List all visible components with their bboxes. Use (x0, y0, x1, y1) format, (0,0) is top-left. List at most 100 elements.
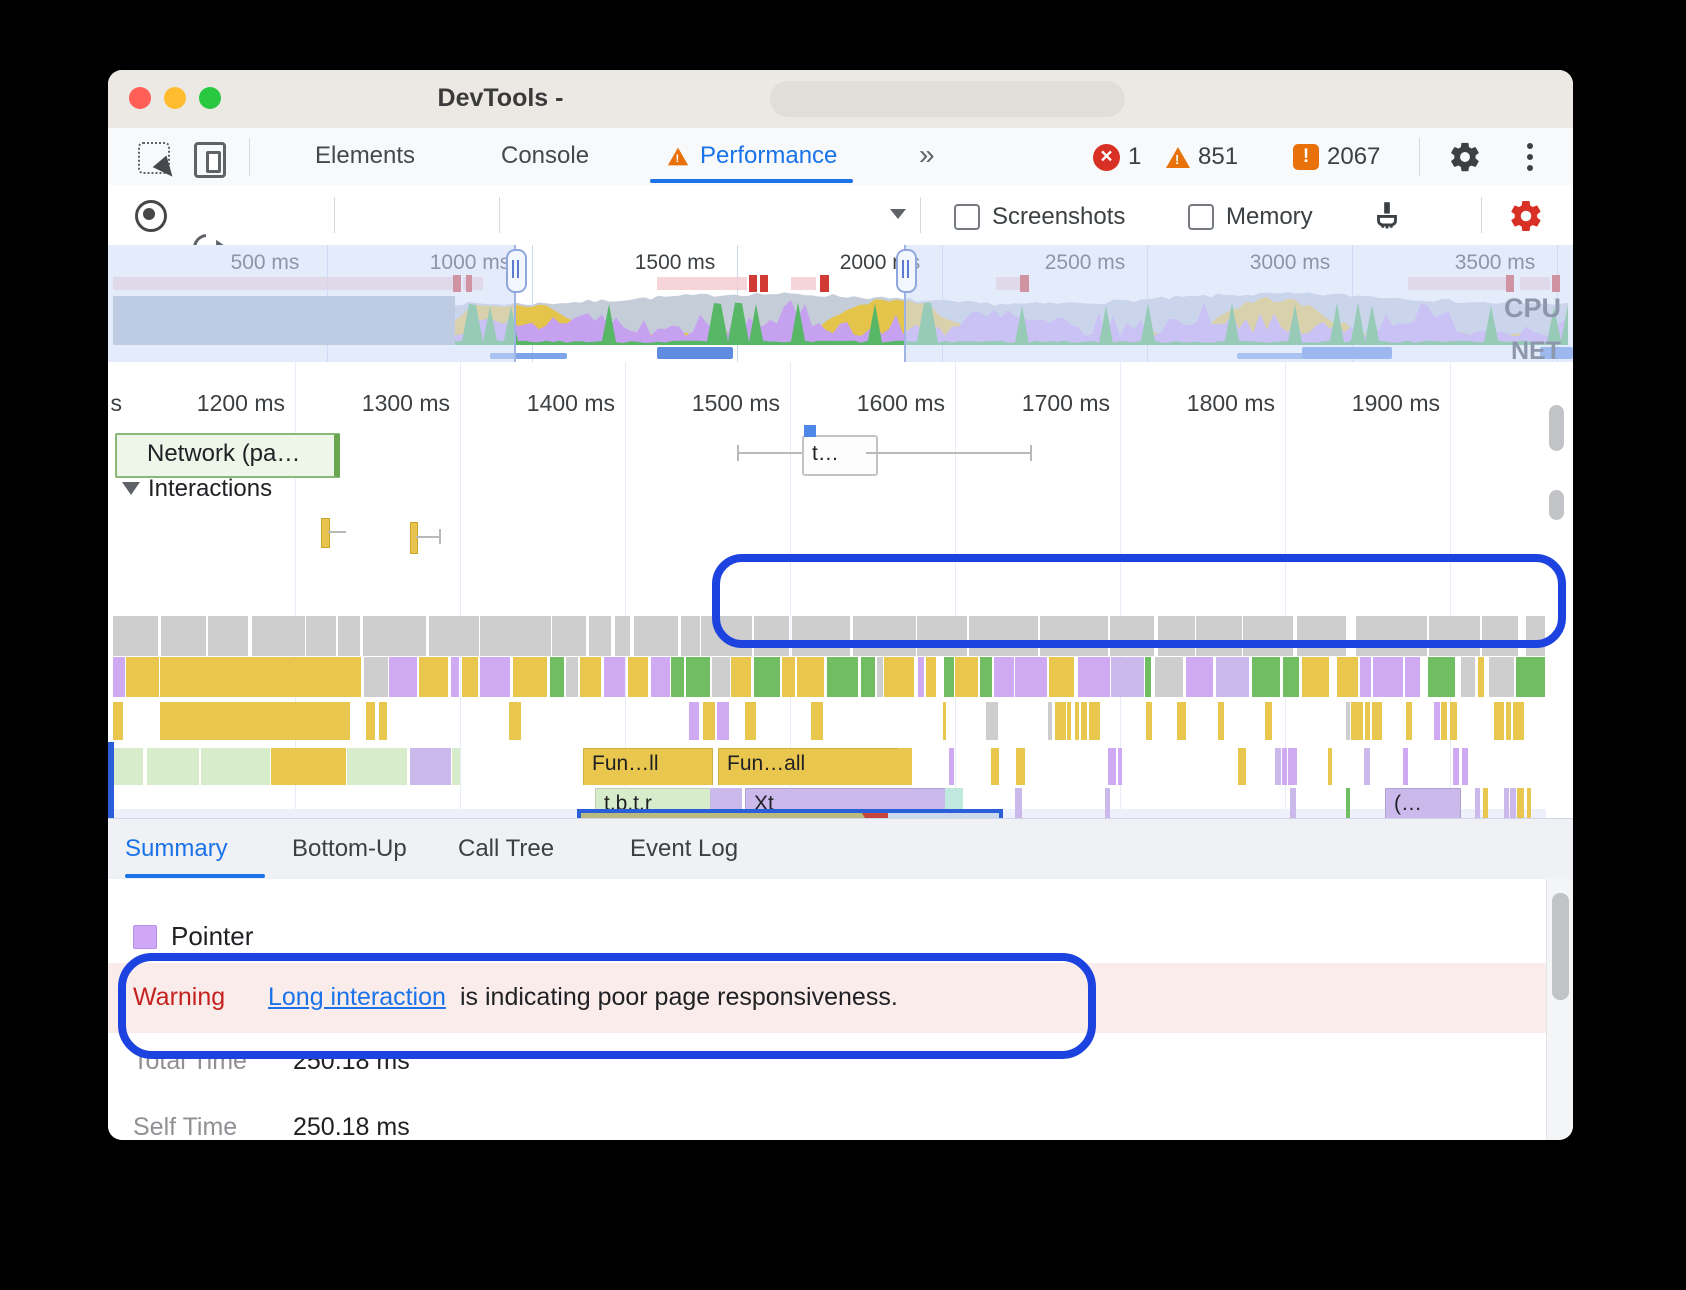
flame-bar (1356, 616, 1428, 656)
flame-bar (811, 702, 823, 740)
ruler-label: 1900 ms (1310, 390, 1440, 417)
bottom-tab-bottom-up[interactable]: Bottom-Up (292, 819, 407, 878)
warning-rest: is indicating poor page responsiveness. (460, 983, 898, 1012)
memory-checkbox[interactable]: Memory (1188, 203, 1313, 231)
whisker-cap (737, 445, 739, 461)
console-error-counter[interactable]: × 1 (1093, 143, 1141, 171)
flame-bar (452, 748, 460, 785)
timeline-overview[interactable]: 500 ms1000 ms1500 ms2000 ms2500 ms3000 m… (108, 245, 1573, 363)
network-request-bar[interactable]: Network (pa… (115, 433, 340, 478)
long-interaction-link[interactable]: Long interaction (268, 983, 446, 1012)
tab-elements[interactable]: Elements (305, 128, 425, 184)
flame-bar (628, 657, 648, 697)
flame-row-nested[interactable]: Fun…llFun…all (113, 748, 1545, 785)
flame-bar (366, 702, 375, 740)
flame-bar (615, 616, 630, 656)
flame-bar (604, 657, 625, 697)
flame-bar (1441, 702, 1447, 740)
screenshots-checkbox[interactable]: Screenshots (954, 203, 1125, 231)
issues-icon: ! (1293, 144, 1319, 170)
flame-bar (1406, 702, 1412, 740)
flame-bar (1506, 702, 1511, 740)
flame-bar (451, 657, 459, 697)
tab-label: Console (501, 142, 589, 170)
flame-bar (754, 616, 788, 656)
flame-bar (1328, 748, 1332, 785)
flame-bar (1504, 788, 1508, 818)
flame-bar (731, 657, 751, 697)
bottom-tab-summary[interactable]: Summary (125, 819, 228, 878)
bottom-tab-event-log[interactable]: Event Log (630, 819, 738, 878)
capture-settings-gear-icon[interactable] (1508, 198, 1544, 239)
tab-console[interactable]: Console (491, 128, 599, 184)
flame-bar (161, 616, 206, 656)
flame-row-calls[interactable] (113, 702, 1545, 740)
flame-frame-fun1[interactable]: Fun…ll (583, 748, 713, 785)
flame-bar (306, 616, 336, 656)
flame-bar (969, 616, 1037, 656)
flame-bar (252, 616, 305, 656)
history-dropdown-caret[interactable] (890, 209, 906, 219)
summary-scrollbar-thumb[interactable] (1552, 893, 1569, 1000)
summary-scrollbar[interactable] (1546, 879, 1573, 1140)
interactions-collapse-icon[interactable] (122, 482, 140, 495)
more-tabs-chevron[interactable]: » (919, 139, 935, 171)
flame-bar (429, 616, 479, 656)
selection-handle-left[interactable] (506, 249, 527, 293)
kebab-menu-icon[interactable] (1527, 143, 1533, 171)
flame-bar (1360, 657, 1371, 697)
long-task-band (791, 277, 816, 290)
flame-bar (991, 748, 999, 785)
selection-handle-right[interactable] (896, 249, 917, 293)
inspect-element-icon[interactable] (138, 142, 170, 174)
legend-label: Pointer (171, 921, 253, 952)
interactions-track-label: Interactions (148, 475, 272, 503)
flame-bar (349, 657, 362, 697)
interaction-tick[interactable] (410, 522, 418, 554)
issues-counter[interactable]: ! 2067 (1293, 143, 1380, 171)
settings-gear-icon[interactable] (1448, 140, 1482, 179)
flame-bar (480, 657, 511, 697)
flame-bar (1526, 616, 1545, 656)
collect-garbage-icon[interactable] (1370, 198, 1404, 237)
flame-bar (717, 702, 729, 740)
flame-scrollbar-thumb[interactable] (1549, 405, 1564, 451)
flame-bar (1265, 702, 1271, 740)
flame-row-tasks[interactable] (113, 616, 1545, 656)
flame-bar (1048, 702, 1053, 740)
flame-bar (1288, 748, 1297, 785)
cpu-track-label: CPU (1504, 293, 1561, 324)
flame-bar (566, 657, 578, 697)
tab-performance[interactable]: !Performance (656, 128, 847, 184)
warning-icon: ! (1166, 147, 1190, 168)
flame-row-functions[interactable] (113, 657, 1545, 697)
pointer-interaction-bar[interactable]: Pointer (577, 809, 1003, 818)
flame-bar (949, 748, 954, 785)
flame-bar (160, 657, 350, 697)
interaction-tick[interactable] (321, 518, 330, 548)
performance-toolbar: Screenshots Memory (108, 185, 1573, 246)
flame-bar (113, 748, 143, 785)
flame-bar (379, 702, 387, 740)
network-request-box[interactable]: t… (802, 435, 878, 476)
flame-bar (1403, 748, 1408, 785)
flame-frame-fun2[interactable]: Fun…all (718, 748, 903, 785)
flame-bar (363, 616, 426, 656)
flame-bar (480, 616, 551, 656)
console-warning-counter[interactable]: ! 851 (1166, 143, 1238, 171)
bottom-tab-call-tree[interactable]: Call Tree (458, 819, 554, 878)
flame-bar (980, 657, 992, 697)
title-bar: DevTools - (108, 70, 1573, 129)
device-toolbar-icon[interactable] (194, 142, 226, 178)
flame-bar (1527, 788, 1531, 818)
flame-scrollbar-thumb[interactable] (1549, 490, 1564, 520)
flame-frame-paren[interactable]: (… (1385, 788, 1461, 818)
flame-bar (1040, 616, 1107, 656)
record-button[interactable] (135, 200, 167, 232)
timeline-flame-area[interactable]: s1200 ms1300 ms1400 ms1500 ms1600 ms1700… (108, 362, 1573, 818)
flame-bar (550, 657, 564, 697)
flame-bar (1067, 702, 1070, 740)
flame-bar (1155, 657, 1183, 697)
flame-bar (1145, 657, 1151, 697)
flame-bar (589, 616, 611, 656)
